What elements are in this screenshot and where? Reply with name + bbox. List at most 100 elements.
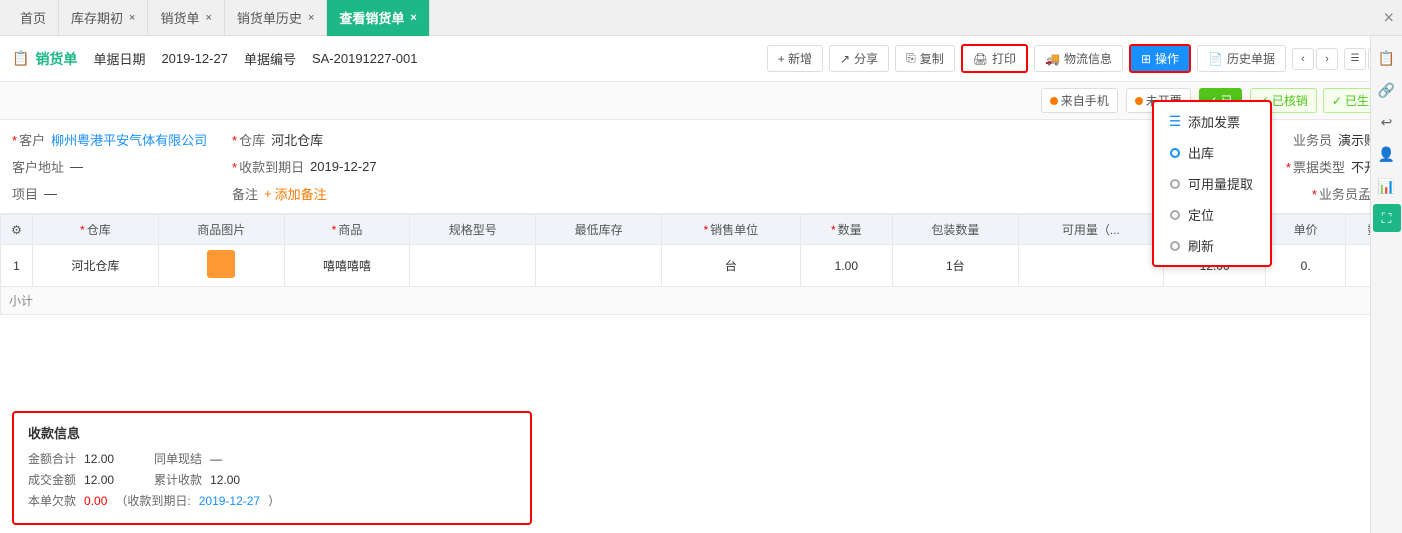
- settings-icon[interactable]: ⚙: [11, 223, 22, 237]
- row-available: [1018, 245, 1163, 287]
- subtotal-label: 小计: [1, 287, 1402, 315]
- date-label: 单据日期: [93, 49, 145, 68]
- add-invoice-item[interactable]: ☰ 添加发票: [1154, 106, 1270, 137]
- payment-date-label: 收款到期日: [232, 157, 304, 176]
- share-button[interactable]: ↗ 分享: [829, 45, 889, 72]
- logistics-button[interactable]: 🚚 物流信息: [1034, 45, 1123, 72]
- sidebar-icon-link[interactable]: 🔗: [1373, 76, 1401, 104]
- window-close-button[interactable]: ×: [1383, 7, 1394, 28]
- main-area: 📋 销货单 单据日期 2019-12-27 单据编号 SA-20191227-0…: [0, 36, 1402, 533]
- next-button[interactable]: ›: [1316, 48, 1338, 70]
- col-pkg-qty: 包装数量: [892, 215, 1018, 245]
- payment-info-box: 收款信息 金额合计 12.00 同单现结 — 成交金额 12.00 累计收款 1…: [12, 411, 532, 525]
- copy-icon: ⎘: [906, 51, 916, 66]
- product-thumbnail: [207, 250, 235, 278]
- tab-history-close[interactable]: ×: [308, 12, 314, 24]
- print-icon: 🖨: [973, 52, 988, 66]
- locate-item[interactable]: 定位: [1154, 199, 1270, 230]
- info-row-2: 成交金额 12.00 累计收款 12.00: [28, 471, 516, 488]
- settlement-item: 同单现结 —: [154, 450, 222, 467]
- locate-label: 定位: [1188, 205, 1214, 224]
- cumulative-value: 12.00: [210, 473, 240, 487]
- tab-inventory-label: 库存期初: [71, 8, 123, 27]
- available-qty-item[interactable]: 可用量提取: [1154, 168, 1270, 199]
- copy-button[interactable]: ⎘ 复制: [895, 45, 955, 72]
- payment-date-field: 收款到期日 2019-12-27: [232, 157, 432, 176]
- sidebar-icon-chart[interactable]: 📊: [1373, 172, 1401, 200]
- address-value: —: [70, 159, 83, 174]
- tab-sales-history[interactable]: 销货单历史 ×: [225, 0, 327, 36]
- arrears-end: ）: [268, 492, 280, 509]
- form-actions: + 新增 ↗ 分享 ⎘ 复制 🖨 打印 🚚 物流信息 ⊞ 操作 �: [767, 44, 1390, 73]
- arrears-item: 本单欠款 0.00 （收款到期日: 2019-12-27 ）: [28, 492, 280, 509]
- row-spec: [410, 245, 536, 287]
- prev-button[interactable]: ‹: [1292, 48, 1314, 70]
- tab-sales-close[interactable]: ×: [205, 12, 211, 24]
- out-warehouse-icon: [1168, 146, 1182, 160]
- total-label: 金额合计: [28, 450, 76, 467]
- subtotal-row: 小计: [1, 287, 1402, 315]
- address-label: 客户地址: [12, 157, 64, 176]
- out-warehouse-item[interactable]: 出库: [1154, 137, 1270, 168]
- row-unit: 台: [661, 245, 800, 287]
- customer-value: 柳州粤港平安气体有限公司: [51, 130, 207, 149]
- col-unit: 销售单位: [661, 215, 800, 245]
- available-qty-icon: [1168, 177, 1182, 191]
- col-min-stock: 最低库存: [536, 215, 662, 245]
- tab-view-sales[interactable]: 查看销货单 ×: [327, 0, 429, 36]
- info-row-1: 金额合计 12.00 同单现结 —: [28, 450, 516, 467]
- total-item: 金额合计 12.00: [28, 450, 114, 467]
- sidebar-icon-user[interactable]: 👤: [1373, 140, 1401, 168]
- project-field: 项目 —: [12, 184, 212, 203]
- col-available: 可用量（...: [1018, 215, 1163, 245]
- operations-icon: ⊞: [1141, 52, 1151, 66]
- number-label: 单据编号: [244, 49, 296, 68]
- arrears-date: 2019-12-27: [199, 494, 260, 508]
- refresh-label: 刷新: [1188, 236, 1214, 255]
- operations-dropdown: ☰ 添加发票 出库 可用量提取 定位 刷新: [1152, 100, 1272, 267]
- operations-button[interactable]: ⊞ 操作: [1129, 44, 1191, 73]
- add-note-button[interactable]: + 添加备注: [264, 184, 327, 203]
- date-value: 2019-12-27: [161, 51, 228, 66]
- refresh-item[interactable]: 刷新: [1154, 230, 1270, 261]
- tab-inventory-close[interactable]: ×: [129, 12, 135, 24]
- cumulative-item: 累计收款 12.00: [154, 471, 240, 488]
- col-settings[interactable]: ⚙: [1, 215, 33, 245]
- row-min-stock: [536, 245, 662, 287]
- arrears-note: （收款到期日:: [115, 492, 190, 509]
- new-button[interactable]: + 新增: [767, 45, 823, 72]
- print-button[interactable]: 🖨 打印: [961, 44, 1028, 73]
- arrears-label: 本单欠款: [28, 492, 76, 509]
- form-meta: 单据日期 2019-12-27 单据编号 SA-20191227-001: [93, 49, 417, 68]
- tab-bar: 首页 库存期初 × 销货单 × 销货单历史 × 查看销货单 × ×: [0, 0, 1402, 36]
- staff2-label: 业务员孟: [1312, 184, 1371, 203]
- right-sidebar: 📋 🔗 ↩ 👤 📊 ⛶: [1370, 36, 1402, 533]
- number-value: SA-20191227-001: [312, 51, 418, 66]
- note-field: 备注 + 添加备注: [232, 184, 432, 203]
- col-product: 商品: [284, 215, 410, 245]
- row-qty: 1.00: [800, 245, 892, 287]
- available-qty-label: 可用量提取: [1188, 174, 1253, 193]
- tab-view-close[interactable]: ×: [410, 12, 416, 24]
- tab-view-label: 查看销货单: [339, 8, 404, 27]
- customer-label: 客户: [12, 130, 45, 149]
- history-button[interactable]: 📄 历史单据: [1197, 45, 1286, 72]
- tab-inventory-init[interactable]: 库存期初 ×: [59, 0, 148, 36]
- arrears-value: 0.00: [84, 494, 107, 508]
- list-view-button[interactable]: ☰: [1344, 48, 1366, 70]
- project-label: 项目: [12, 184, 38, 203]
- sidebar-icon-expand[interactable]: ⛶: [1373, 204, 1401, 232]
- sidebar-icon-return[interactable]: ↩: [1373, 108, 1401, 136]
- sidebar-icon-document[interactable]: 📋: [1373, 44, 1401, 72]
- tab-home-label: 首页: [20, 8, 46, 27]
- warehouse-field: 仓库 河北仓库: [232, 130, 432, 149]
- row-product: 嘻嘻嘻嘻: [284, 245, 410, 287]
- warehouse-label: 仓库: [232, 130, 265, 149]
- col-product-img: 商品图片: [158, 215, 284, 245]
- tab-history-label: 销货单历史: [237, 8, 302, 27]
- tab-home[interactable]: 首页: [8, 0, 59, 36]
- tab-sales-order[interactable]: 销货单 ×: [148, 0, 224, 36]
- from-phone-button[interactable]: 来自手机: [1041, 88, 1118, 113]
- phone-dot: [1050, 97, 1058, 105]
- deal-item: 成交金额 12.00: [28, 471, 114, 488]
